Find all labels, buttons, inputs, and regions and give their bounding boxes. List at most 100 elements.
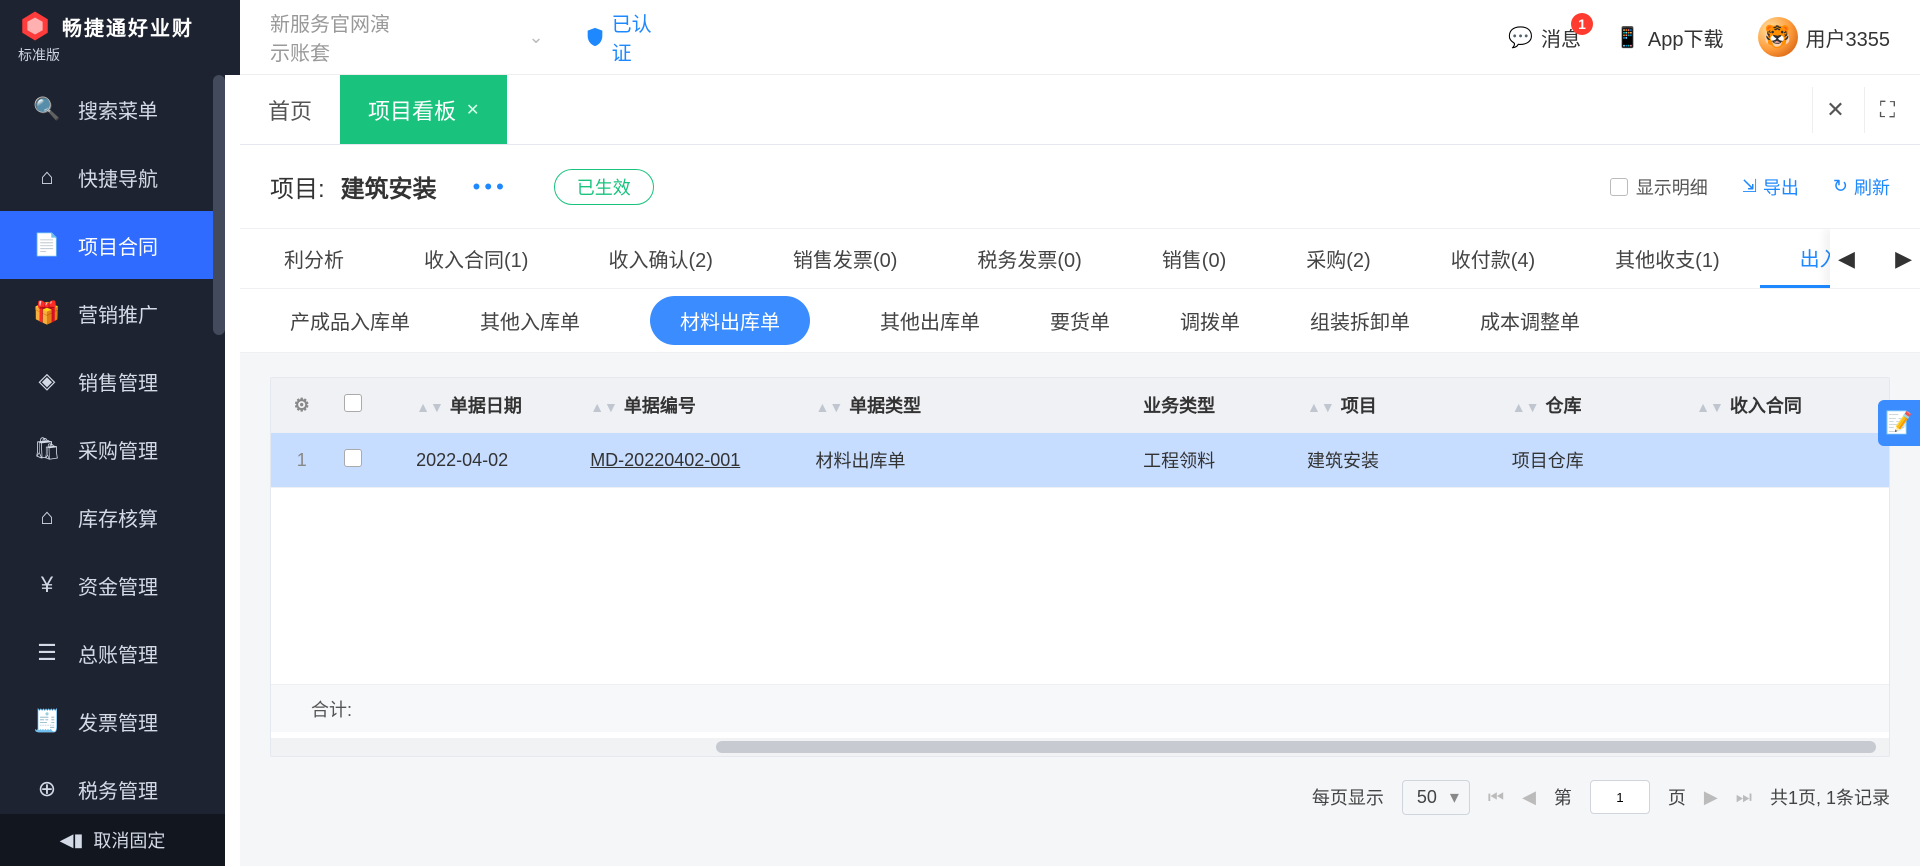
table-h-scrollbar[interactable] — [271, 738, 1889, 756]
sub-tab-4[interactable]: 要货单 — [1050, 298, 1110, 343]
col-project[interactable]: ▲▼项目 — [1295, 378, 1500, 433]
sub-tab-0[interactable]: 产成品入库单 — [290, 298, 410, 343]
sidebar-icon: ☰ — [34, 640, 60, 666]
app-download-button[interactable]: 📱 App下载 — [1615, 23, 1724, 52]
section-tab-6[interactable]: 采购(2) — [1266, 229, 1410, 288]
brand-block: 畅捷通好业财 标准版 — [0, 0, 240, 75]
sidebar-icon: ⊕ — [34, 776, 60, 802]
show-detail-label: 显示明细 — [1636, 174, 1708, 200]
sidebar-item-2[interactable]: 📄项目合同 — [0, 211, 225, 279]
tab-project-board[interactable]: 项目看板 ✕ — [340, 75, 507, 144]
sidebar-item-6[interactable]: ⌂库存核算 — [0, 483, 225, 551]
messages-badge: 1 — [1571, 13, 1593, 35]
shield-icon — [584, 26, 606, 48]
data-table: ⚙ ▲▼单据日期 ▲▼单据编号 ▲▼单据类型 业务类型 ▲▼项目 ▲▼仓库 ▲▼… — [270, 377, 1890, 757]
sidebar-item-5[interactable]: 🛍采购管理 — [0, 415, 225, 483]
account-name: 新服务官网演示账套 — [270, 8, 409, 66]
floating-assist-button[interactable]: 📝 — [1878, 400, 1920, 446]
user-name: 用户3355 — [1806, 23, 1891, 52]
header-right: 💬 消息 1 📱 App下载 用户3355 — [1508, 17, 1920, 57]
col-warehouse[interactable]: ▲▼仓库 — [1500, 378, 1684, 433]
sidebar-item-7[interactable]: ¥资金管理 — [0, 551, 225, 619]
section-tab-2[interactable]: 收入确认(2) — [568, 229, 752, 288]
messages-button[interactable]: 💬 消息 1 — [1508, 23, 1581, 52]
select-all-checkbox[interactable] — [332, 378, 404, 433]
sub-tab-1[interactable]: 其他入库单 — [480, 298, 580, 343]
close-icon[interactable]: ✕ — [466, 100, 479, 120]
fullscreen-button[interactable]: ⛶ — [1864, 87, 1910, 133]
unpin-icon: ◀▮ — [60, 830, 84, 851]
page-input[interactable] — [1590, 780, 1650, 814]
sidebar-item-label: 销售管理 — [78, 367, 158, 396]
last-page-button[interactable]: ⏭ — [1736, 787, 1752, 808]
show-detail-toggle[interactable]: 显示明细 — [1610, 174, 1708, 200]
sidebar-icon: ¥ — [34, 572, 60, 598]
download-label: App下载 — [1648, 23, 1724, 52]
first-page-button[interactable]: ⏮ — [1488, 787, 1504, 808]
cell-type: 材料出库单 — [803, 433, 1131, 488]
sub-tab-2[interactable]: 材料出库单 — [650, 296, 810, 345]
workspace-tabs: 首页 项目看板 ✕ ✕ ⛶ — [240, 75, 1920, 145]
cell-number[interactable]: MD-20220402-001 — [578, 433, 803, 488]
col-contract[interactable]: ▲▼收入合同 — [1684, 378, 1889, 433]
section-tabs: 利分析收入合同(1)收入确认(2)销售发票(0)税务发票(0)销售(0)采购(2… — [240, 229, 1920, 289]
section-tab-0[interactable]: 利分析 — [244, 229, 384, 288]
user-menu[interactable]: 用户3355 — [1758, 17, 1891, 57]
section-next-button[interactable]: ▶ — [1895, 246, 1912, 272]
sub-tab-3[interactable]: 其他出库单 — [880, 298, 980, 343]
sidebar-item-3[interactable]: 🎁营销推广 — [0, 279, 225, 347]
per-page-select[interactable]: 50 — [1402, 780, 1470, 815]
sidebar-icon: 🎁 — [34, 300, 60, 326]
tab-home-label: 首页 — [268, 94, 312, 126]
next-page-button[interactable]: ▶ — [1704, 787, 1718, 808]
export-button[interactable]: ⇲ 导出 — [1742, 174, 1799, 200]
col-number[interactable]: ▲▼单据编号 — [578, 378, 803, 433]
sub-tab-7[interactable]: 成本调整单 — [1480, 298, 1580, 343]
cell-warehouse: 项目仓库 — [1500, 433, 1684, 488]
sidebar-item-4[interactable]: ◈销售管理 — [0, 347, 225, 415]
sidebar-item-label: 采购管理 — [78, 435, 158, 464]
sidebar-icon: ⌂ — [34, 504, 60, 530]
sidebar-unpin-button[interactable]: ◀▮ 取消固定 — [0, 814, 225, 866]
section-tab-3[interactable]: 销售发票(0) — [753, 229, 937, 288]
header-mid: 新服务官网演示账套 ⌄ 已认证 — [240, 8, 660, 66]
chat-icon: 💬 — [1508, 25, 1533, 50]
col-btype[interactable]: 业务类型 — [1131, 378, 1295, 433]
section-tab-1[interactable]: 收入合同(1) — [384, 229, 568, 288]
table-row[interactable]: 12022-04-02MD-20220402-001材料出库单工程领料建筑安装项… — [271, 433, 1889, 488]
tab-home[interactable]: 首页 — [240, 75, 340, 144]
col-date[interactable]: ▲▼单据日期 — [404, 378, 578, 433]
sidebar-item-1[interactable]: ⌂快捷导航 — [0, 143, 225, 211]
prev-page-button[interactable]: ◀ — [1522, 787, 1536, 808]
account-selector[interactable]: 新服务官网演示账套 ⌄ — [270, 8, 544, 66]
sub-tab-5[interactable]: 调拨单 — [1180, 298, 1240, 343]
page-word-right: 页 — [1668, 784, 1686, 810]
total-label: 合计: — [311, 696, 352, 722]
sidebar-item-8[interactable]: ☰总账管理 — [0, 619, 225, 687]
sidebar-item-9[interactable]: 🧾发票管理 — [0, 687, 225, 755]
refresh-button[interactable]: ↻ 刷新 — [1833, 174, 1890, 200]
pagination: 每页显示 50 ⏮ ◀ 第 页 ▶ ⏭ 共1页, 1条记录 — [270, 767, 1890, 827]
section-tab-4[interactable]: 税务发票(0) — [937, 229, 1121, 288]
row-checkbox[interactable] — [332, 433, 404, 488]
column-config-button[interactable]: ⚙ — [271, 378, 332, 433]
sidebar-item-0[interactable]: 🔍搜索菜单 — [0, 75, 225, 143]
project-name: 建筑安装 — [341, 169, 437, 204]
sidebar-item-10[interactable]: ⊕ 税务管理 — [0, 755, 225, 823]
more-actions-button[interactable]: ••• — [473, 174, 508, 200]
avatar-icon — [1758, 17, 1798, 57]
sidebar-scrollbar[interactable] — [213, 75, 225, 866]
sub-tab-6[interactable]: 组装拆卸单 — [1310, 298, 1410, 343]
section-prev-button[interactable]: ◀ — [1838, 246, 1855, 272]
close-all-button[interactable]: ✕ — [1812, 87, 1858, 133]
sidebar: 🔍搜索菜单⌂快捷导航📄项目合同🎁营销推广◈销售管理🛍采购管理⌂库存核算¥资金管理… — [0, 75, 225, 866]
sidebar-icon: 🔍 — [34, 96, 60, 122]
section-tab-5[interactable]: 销售(0) — [1122, 229, 1266, 288]
section-tab-8[interactable]: 其他收支(1) — [1575, 229, 1759, 288]
cell-project: 建筑安装 — [1295, 433, 1500, 488]
row-index: 1 — [271, 433, 332, 488]
sidebar-item-label: 税务管理 — [78, 775, 158, 804]
main-area: 首页 项目看板 ✕ ✕ ⛶ 项目: 建筑安装 ••• 已生效 显示明细 ⇲ 导出… — [240, 75, 1920, 866]
col-type[interactable]: ▲▼单据类型 — [803, 378, 1131, 433]
section-tab-7[interactable]: 收付款(4) — [1411, 229, 1575, 288]
